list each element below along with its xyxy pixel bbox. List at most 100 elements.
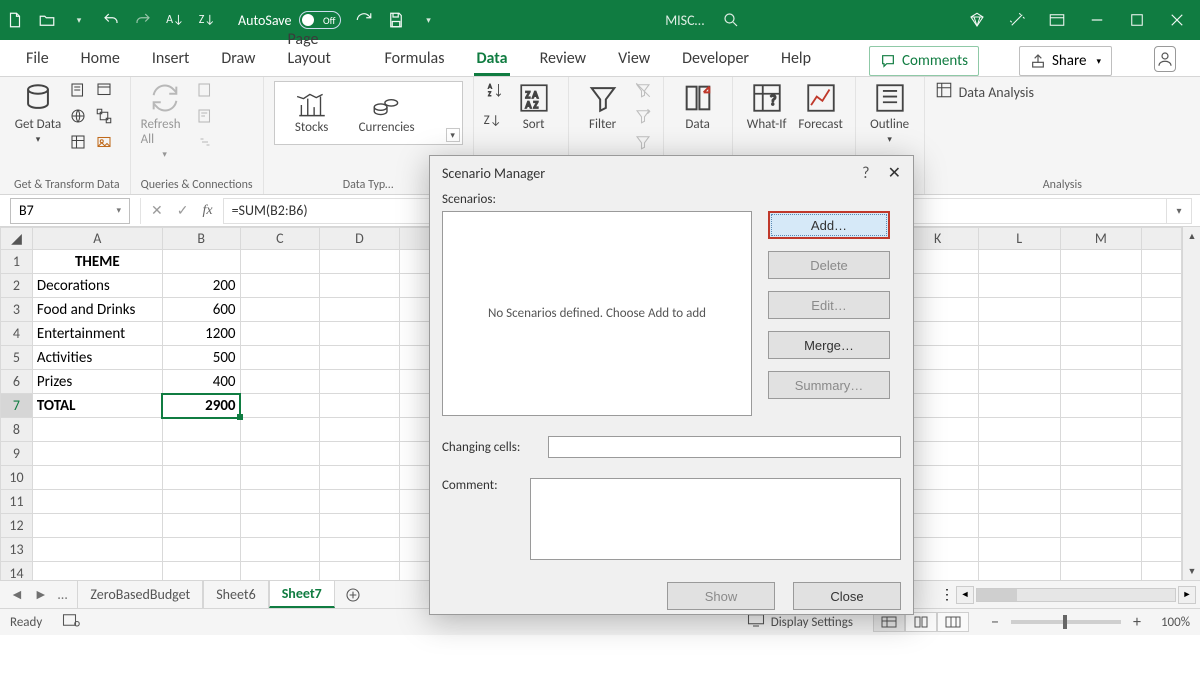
data-analysis-button[interactable]: Data Analysis	[959, 84, 1034, 101]
tab-developer[interactable]: Developer	[680, 49, 751, 76]
row-header[interactable]: 2	[1, 274, 33, 298]
row-header[interactable]: 13	[1, 538, 33, 562]
what-if-button[interactable]: ? What-If	[743, 81, 791, 132]
scroll-left-icon[interactable]: ◄	[956, 586, 974, 604]
undo-icon[interactable]	[102, 11, 120, 29]
account-icon[interactable]	[1154, 46, 1176, 72]
col-header[interactable]: M	[1060, 228, 1142, 250]
close-icon[interactable]: ✕	[888, 163, 901, 183]
redo-icon[interactable]	[134, 11, 152, 29]
sort-za-label[interactable]: Z↓	[484, 113, 504, 128]
row-header[interactable]: 5	[1, 346, 33, 370]
data-types-gallery[interactable]: Stocks Currencies ▾	[274, 81, 463, 145]
data-tools-button[interactable]: Data	[674, 81, 722, 132]
gallery-expand-icon[interactable]: ▾	[446, 128, 460, 142]
changing-cells-field[interactable]	[548, 436, 901, 458]
row-header[interactable]: 3	[1, 298, 33, 322]
more-sheets[interactable]: …	[58, 586, 68, 603]
forecast-button[interactable]: Forecast	[797, 81, 845, 132]
add-button[interactable]: Add…	[768, 211, 890, 239]
close-icon[interactable]	[1168, 11, 1186, 29]
tab-home[interactable]: Home	[79, 49, 122, 76]
chevron-down-icon[interactable]: ▾	[419, 11, 437, 29]
next-sheet-icon[interactable]: ►	[34, 586, 48, 603]
help-icon[interactable]: ?	[862, 164, 869, 183]
tab-formulas[interactable]: Formulas	[383, 49, 447, 76]
scroll-up-icon[interactable]: ▲	[1183, 227, 1200, 245]
from-web-icon[interactable]	[68, 107, 88, 129]
add-sheet-button[interactable]	[335, 581, 371, 608]
new-file-icon[interactable]	[6, 11, 24, 29]
edit-links-icon[interactable]	[195, 133, 215, 155]
outline-button[interactable]: Outline▾	[866, 81, 914, 145]
maximize-icon[interactable]	[1128, 11, 1146, 29]
expand-formula-icon[interactable]: ▾	[1166, 198, 1192, 224]
vertical-scrollbar[interactable]: ▲ ▼	[1182, 227, 1200, 580]
minimize-icon[interactable]	[1088, 11, 1106, 29]
sheet-tab[interactable]: ZeroBasedBudget	[77, 581, 203, 608]
tab-data[interactable]: Data	[474, 49, 509, 76]
row-header[interactable]: 1	[1, 250, 33, 274]
fx-icon[interactable]: fx	[202, 203, 212, 219]
row-header[interactable]: 7	[1, 394, 33, 418]
reapply-icon[interactable]	[633, 107, 653, 129]
row-header[interactable]: 11	[1, 490, 33, 514]
sort-asc-icon[interactable]: A↓	[166, 11, 184, 29]
col-header[interactable]: D	[320, 228, 400, 250]
tab-review[interactable]: Review	[538, 49, 589, 76]
tab-file[interactable]: File	[24, 49, 51, 76]
view-page-break-icon[interactable]	[937, 612, 969, 632]
row-header[interactable]: 12	[1, 514, 33, 538]
row-header[interactable]: 8	[1, 418, 33, 442]
tab-page-layout[interactable]: Page Layout	[286, 30, 355, 76]
zoom-in-button[interactable]: +	[1129, 613, 1145, 632]
comments-button[interactable]: Comments	[869, 46, 979, 76]
scenarios-list[interactable]: No Scenarios defined. Choose Add to add	[442, 211, 752, 416]
select-all-corner[interactable]: ◢	[1, 228, 33, 250]
scroll-right-icon[interactable]: ►	[1178, 586, 1196, 604]
refresh-icon[interactable]	[355, 11, 373, 29]
save-icon[interactable]	[387, 11, 405, 29]
enter-icon[interactable]: ✓	[177, 202, 189, 219]
share-button[interactable]: Share▾	[1019, 46, 1112, 76]
from-table-icon[interactable]	[68, 133, 88, 155]
data-analysis-icon[interactable]	[935, 81, 953, 103]
sheet-tab[interactable]: Sheet7	[269, 581, 335, 608]
search-icon[interactable]	[722, 11, 740, 29]
row-header[interactable]: 14	[1, 562, 33, 581]
advanced-icon[interactable]	[633, 133, 653, 155]
tab-help[interactable]: Help	[779, 49, 813, 76]
row-header[interactable]: 9	[1, 442, 33, 466]
sort-button[interactable]: Z AA Z Sort	[510, 81, 558, 132]
row-header[interactable]: 10	[1, 466, 33, 490]
sheet-tab[interactable]: Sheet6	[203, 581, 268, 608]
from-text-icon[interactable]	[68, 81, 88, 103]
from-pic-icon[interactable]	[94, 133, 114, 155]
tab-view[interactable]: View	[616, 49, 652, 76]
col-header[interactable]: A	[32, 228, 162, 250]
queries-icon[interactable]	[195, 81, 215, 103]
existing-conn-icon[interactable]	[94, 107, 114, 129]
col-header[interactable]: C	[240, 228, 320, 250]
window-icon[interactable]	[1048, 11, 1066, 29]
merge-button[interactable]: Merge…	[768, 331, 890, 359]
open-icon[interactable]	[38, 11, 56, 29]
zoom-slider[interactable]	[1011, 620, 1121, 624]
properties-icon[interactable]	[195, 107, 215, 129]
sort-desc-icon[interactable]: Z↓	[198, 11, 216, 29]
name-box[interactable]: B7▾	[10, 198, 130, 224]
filter-button[interactable]: Filter	[579, 81, 627, 132]
row-header[interactable]: 4	[1, 322, 33, 346]
macro-rec-icon[interactable]	[62, 613, 80, 631]
hscroll-grip[interactable]: ⋮	[940, 586, 954, 603]
cancel-icon[interactable]: ✕	[151, 202, 163, 219]
tab-insert[interactable]: Insert	[150, 49, 192, 76]
sort-az-icon[interactable]: AZ	[484, 81, 504, 103]
tab-draw[interactable]: Draw	[219, 49, 257, 76]
chevron-down-icon[interactable]: ▾	[70, 11, 88, 29]
currencies-type[interactable]: Currencies	[359, 92, 415, 135]
col-header[interactable]: L	[978, 228, 1060, 250]
horizontal-scrollbar[interactable]	[976, 588, 1176, 602]
prev-sheet-icon[interactable]: ◄	[10, 586, 24, 603]
recent-sources-icon[interactable]	[94, 81, 114, 103]
